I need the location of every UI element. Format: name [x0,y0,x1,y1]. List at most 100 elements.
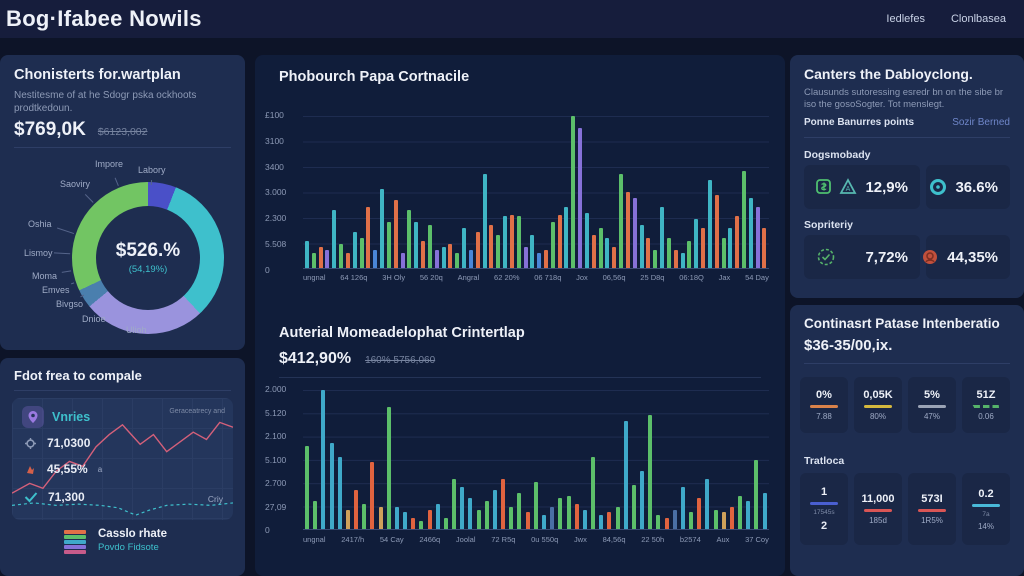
bar [352,231,357,268]
flame-icon [27,465,34,474]
stat-tile: 573I 1R5% [908,473,956,545]
bar [625,192,630,268]
donut-center-value: $526.% [115,240,181,261]
tick-label: 22 50h [641,535,665,544]
bar [623,420,628,529]
tick-label: 06,56q [602,273,626,282]
metric-value: 44,35% [947,248,998,266]
panel-value: $769,0K [14,119,86,140]
bar [543,249,548,268]
bar [318,246,323,268]
bar [496,234,501,268]
panel-cost-breakdown: Chonisterts for.wartplan Nestitesme of a… [0,55,245,350]
bar [721,512,726,529]
bar [728,228,733,268]
legend-subtitle: Povdo Fidsote [98,542,159,553]
tick-label: 2466q [419,535,441,544]
bar [462,228,467,268]
tick-label: 54 Cay [379,535,404,544]
bar [550,506,555,529]
bar [672,509,677,529]
head-icon [923,250,938,264]
bar [362,503,367,529]
metric-value: 12,9% [865,178,908,196]
panel-integration-stats: Continasrt Patase Intenberatio $36-35/00… [790,305,1024,576]
points-link[interactable]: Sozir Berned [952,117,1010,128]
bar [697,498,702,529]
bar [666,237,671,268]
triangle-a-icon: A [839,178,857,194]
panel-subtitle: Nestitesme of at he Sdogr pska ockhoots … [14,90,197,114]
bar [468,249,473,268]
bar [762,228,767,268]
tick-label: 0u 550q [531,535,559,544]
x-axis-volume: ungnal 64 126q 3H Oly 56 20q Angral 62 20% 06 … [303,273,769,282]
auterial-value: $412,90% [279,350,352,367]
section-label-1: Dogsmobady [804,149,871,161]
bar [329,442,334,529]
bar [525,512,530,529]
tick-label: 72 R5q [491,535,516,544]
tick-label: 5.508 [265,239,287,250]
bar [599,515,604,529]
bar [687,240,692,268]
points-label: Ponne Banurres points [804,117,915,128]
bar [530,234,535,268]
divider [14,390,231,391]
app-title: Bog·Ifabee Nowils [6,6,202,31]
tick-label: Joolal [455,535,476,544]
tick-label: 0 [265,525,270,535]
bar [501,478,506,529]
bar [738,495,743,529]
panel-title: Fdot frea to compale [14,368,142,383]
tick-label: 06:18Q [679,273,704,282]
bar [619,173,624,268]
bar [714,195,719,268]
bar [403,512,408,529]
tick-label: 54 Day [745,273,769,282]
legend-color [64,535,86,539]
bar [489,225,494,268]
bar [468,498,473,529]
bar [639,225,644,268]
auterial-bar-chart [303,390,769,530]
bar [517,492,522,529]
donut-label: Oshia [28,219,52,229]
bar [455,252,460,268]
donut-center: $526.% (54,19%) [72,240,224,275]
bar [707,179,712,268]
bar [427,225,432,268]
header-nav: Iedlefes Clonlbasea [886,13,1024,25]
location-stat-card[interactable]: Vnries Geraceatrecy and 71,0300 45,55% a… [12,398,233,520]
bar [537,252,542,268]
chart-title-auterial: Auterial Momeadelophat Crintertlap [279,325,525,341]
nav-link-2[interactable]: Clonlbasea [951,13,1006,25]
bar [407,210,412,268]
bar [321,390,326,529]
stat-tile: 1 17545s 2 [800,473,848,545]
bar [305,445,309,529]
bar [607,512,612,529]
metric-value: 36.6% [955,178,998,196]
bar [632,198,637,268]
bar [748,198,753,268]
bar [673,249,678,268]
legend-color-stack [64,530,86,554]
bar [612,246,617,268]
stat-tile: 0.2 7a 14% [962,473,1010,545]
metric-value: 7,72% [865,248,908,266]
bar [746,501,751,529]
bar [509,214,514,268]
stat-row: 71,300 [24,490,85,504]
tick-label: 2.300 [265,213,287,224]
metric-tile-4: 44,35% [923,235,1010,279]
bar [694,219,699,268]
tick-label: 37 Coy [745,535,769,544]
gear-icon [25,437,36,449]
bar [533,481,538,529]
bar [441,246,446,268]
bar [339,243,344,268]
nav-link-1[interactable]: Iedlefes [886,13,925,25]
bar [558,498,563,529]
tick-label: 3H Oly [382,273,406,282]
